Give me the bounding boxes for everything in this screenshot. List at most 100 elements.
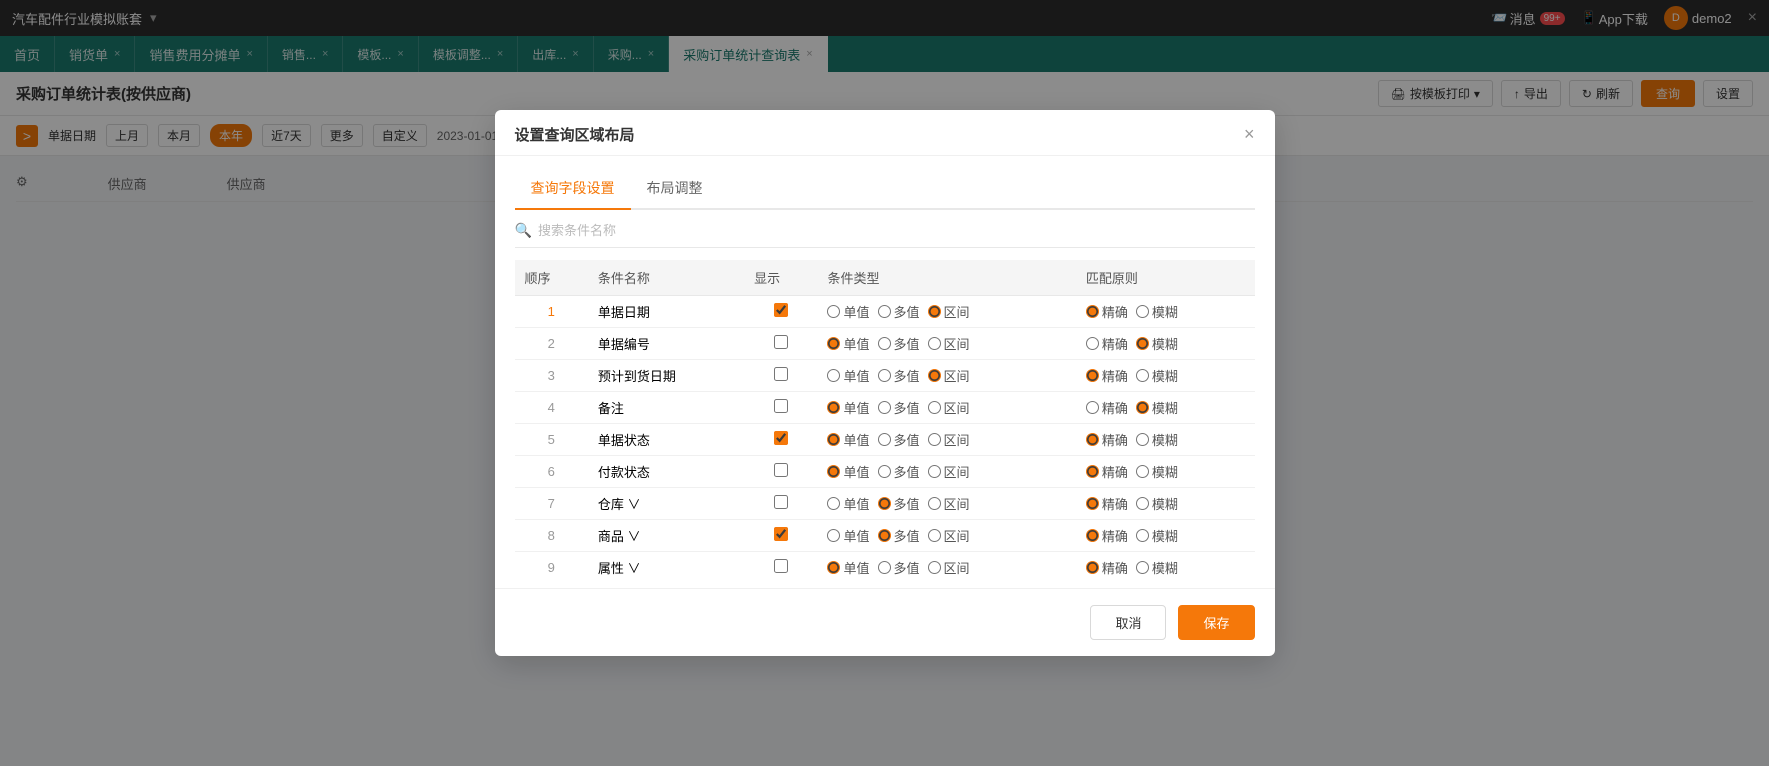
row-match-5: 精确模糊 — [1076, 456, 1255, 488]
modal-tab-fields-label: 查询字段设置 — [531, 180, 615, 196]
row-display-5 — [744, 456, 817, 488]
display-checkbox-7[interactable] — [774, 527, 788, 541]
table-row: 5单据状态单值多值区间精确模糊 — [515, 424, 1255, 456]
type-option-区间-0[interactable]: 区间 — [928, 302, 970, 321]
display-checkbox-1[interactable] — [774, 335, 788, 349]
type-option-多值-4[interactable]: 多值 — [878, 430, 920, 449]
display-checkbox-5[interactable] — [774, 463, 788, 477]
modal-dialog: 设置查询区域布局 × 查询字段设置 布局调整 🔍 — [495, 110, 1275, 656]
match-option-精确-1[interactable]: 精确 — [1086, 334, 1128, 353]
display-checkbox-6[interactable] — [774, 495, 788, 509]
row-name-4: 单据状态 — [588, 424, 744, 456]
row-order-8: 9 — [515, 552, 588, 581]
type-option-多值-1[interactable]: 多值 — [878, 334, 920, 353]
row-order-6: 7 — [515, 488, 588, 520]
th-match: 匹配原则 — [1076, 260, 1255, 296]
match-option-模糊-0[interactable]: 模糊 — [1136, 302, 1178, 321]
type-option-区间-5[interactable]: 区间 — [928, 462, 970, 481]
row-name-2: 预计到货日期 — [588, 360, 744, 392]
row-match-7: 精确模糊 — [1076, 520, 1255, 552]
row-display-0 — [744, 296, 817, 328]
match-option-精确-8[interactable]: 精确 — [1086, 558, 1128, 577]
match-option-精确-7[interactable]: 精确 — [1086, 526, 1128, 545]
row-type-0: 单值多值区间 — [817, 296, 1075, 328]
type-option-单值-3[interactable]: 单值 — [827, 398, 869, 417]
table-header-row: 顺序 条件名称 显示 条件类型 匹配原则 — [515, 260, 1255, 296]
row-name-0: 单据日期 — [588, 296, 744, 328]
conditions-table-scroll: 顺序 条件名称 显示 条件类型 匹配原则 1单据日期单值多值区间精确模糊2单据编… — [515, 260, 1255, 580]
table-row: 9属性 ∨ 单值多值区间 精确模糊 — [515, 552, 1255, 581]
table-row: 3预计到货日期单值多值区间精确模糊 — [515, 360, 1255, 392]
type-option-多值-8[interactable]: 多值 — [878, 558, 920, 577]
match-option-精确-6[interactable]: 精确 — [1086, 494, 1128, 513]
row-type-3: 单值多值区间 — [817, 392, 1075, 424]
type-option-多值-3[interactable]: 多值 — [878, 398, 920, 417]
cancel-button[interactable]: 取消 — [1090, 605, 1166, 640]
row-match-1: 精确模糊 — [1076, 328, 1255, 360]
modal-tab-layout-label: 布局调整 — [647, 180, 703, 196]
type-option-区间-8[interactable]: 区间 — [928, 558, 970, 577]
match-option-模糊-6[interactable]: 模糊 — [1136, 494, 1178, 513]
row-type-2: 单值多值区间 — [817, 360, 1075, 392]
modal-tab-fields[interactable]: 查询字段设置 — [515, 172, 631, 210]
type-option-单值-2[interactable]: 单值 — [827, 366, 869, 385]
match-option-精确-0[interactable]: 精确 — [1086, 302, 1128, 321]
table-row: 7仓库 ∨单值多值区间精确模糊 — [515, 488, 1255, 520]
modal-tab-layout[interactable]: 布局调整 — [631, 172, 719, 210]
search-input[interactable] — [538, 223, 1255, 238]
display-checkbox-8[interactable] — [774, 559, 788, 573]
display-checkbox-2[interactable] — [774, 367, 788, 381]
match-option-模糊-5[interactable]: 模糊 — [1136, 462, 1178, 481]
row-name-8: 属性 ∨ — [588, 552, 744, 581]
match-option-模糊-4[interactable]: 模糊 — [1136, 430, 1178, 449]
display-checkbox-3[interactable] — [774, 399, 788, 413]
type-option-区间-4[interactable]: 区间 — [928, 430, 970, 449]
match-option-精确-3[interactable]: 精确 — [1086, 398, 1128, 417]
type-option-区间-2[interactable]: 区间 — [928, 366, 970, 385]
match-option-模糊-2[interactable]: 模糊 — [1136, 366, 1178, 385]
row-display-6 — [744, 488, 817, 520]
type-option-单值-6[interactable]: 单值 — [827, 494, 869, 513]
row-type-1: 单值多值区间 — [817, 328, 1075, 360]
type-option-区间-6[interactable]: 区间 — [928, 494, 970, 513]
row-name-7: 商品 ∨ — [588, 520, 744, 552]
display-checkbox-4[interactable] — [774, 431, 788, 445]
match-option-精确-2[interactable]: 精确 — [1086, 366, 1128, 385]
row-match-2: 精确模糊 — [1076, 360, 1255, 392]
type-option-多值-7[interactable]: 多值 — [878, 526, 920, 545]
type-option-单值-8[interactable]: 单值 — [827, 558, 869, 577]
th-order: 顺序 — [515, 260, 588, 296]
type-option-单值-4[interactable]: 单值 — [827, 430, 869, 449]
save-button[interactable]: 保存 — [1178, 605, 1254, 640]
type-option-多值-5[interactable]: 多值 — [878, 462, 920, 481]
row-order-4: 5 — [515, 424, 588, 456]
row-name-5: 付款状态 — [588, 456, 744, 488]
th-display: 显示 — [744, 260, 817, 296]
row-display-7 — [744, 520, 817, 552]
type-option-多值-6[interactable]: 多值 — [878, 494, 920, 513]
match-option-精确-4[interactable]: 精确 — [1086, 430, 1128, 449]
table-row: 1单据日期单值多值区间精确模糊 — [515, 296, 1255, 328]
modal-header: 设置查询区域布局 × — [495, 110, 1275, 156]
type-option-区间-1[interactable]: 区间 — [928, 334, 970, 353]
display-checkbox-0[interactable] — [774, 303, 788, 317]
match-option-精确-5[interactable]: 精确 — [1086, 462, 1128, 481]
type-option-单值-7[interactable]: 单值 — [827, 526, 869, 545]
row-type-6: 单值多值区间 — [817, 488, 1075, 520]
modal-close-button[interactable]: × — [1244, 124, 1255, 145]
th-name: 条件名称 — [588, 260, 744, 296]
type-option-单值-0[interactable]: 单值 — [827, 302, 869, 321]
type-option-单值-1[interactable]: 单值 — [827, 334, 869, 353]
type-option-区间-3[interactable]: 区间 — [928, 398, 970, 417]
modal-footer: 取消 保存 — [495, 588, 1275, 656]
type-option-多值-0[interactable]: 多值 — [878, 302, 920, 321]
match-option-模糊-1[interactable]: 模糊 — [1136, 334, 1178, 353]
match-option-模糊-3[interactable]: 模糊 — [1136, 398, 1178, 417]
row-match-8: 精确模糊 — [1076, 552, 1255, 581]
type-option-区间-7[interactable]: 区间 — [928, 526, 970, 545]
row-type-4: 单值多值区间 — [817, 424, 1075, 456]
match-option-模糊-7[interactable]: 模糊 — [1136, 526, 1178, 545]
match-option-模糊-8[interactable]: 模糊 — [1136, 558, 1178, 577]
type-option-多值-2[interactable]: 多值 — [878, 366, 920, 385]
type-option-单值-5[interactable]: 单值 — [827, 462, 869, 481]
